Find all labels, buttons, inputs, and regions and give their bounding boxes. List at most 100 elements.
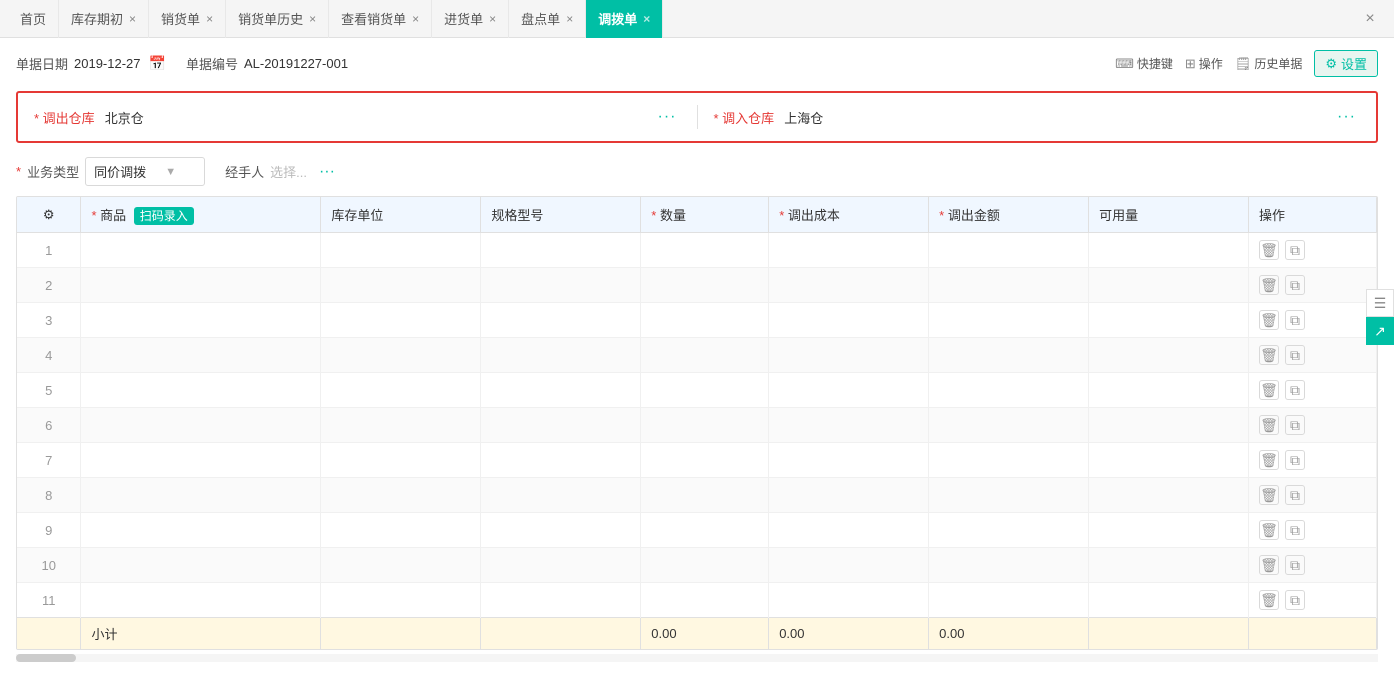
operations-button[interactable]: ⊞ 操作: [1185, 55, 1223, 72]
row-11-delete-icon[interactable]: 🗑: [1259, 590, 1279, 610]
row-3-available[interactable]: [1089, 303, 1249, 338]
row-11-cost[interactable]: [769, 583, 929, 618]
row-6-qty[interactable]: [641, 408, 769, 443]
row-9-spec[interactable]: [481, 513, 641, 548]
col-settings[interactable]: ⚙: [17, 197, 81, 233]
row-6-spec[interactable]: [481, 408, 641, 443]
row-7-available[interactable]: [1089, 443, 1249, 478]
settings-button[interactable]: ⚙ 设置: [1314, 50, 1378, 77]
right-float-list-button[interactable]: ☰: [1366, 289, 1394, 317]
tab-home[interactable]: 首页: [8, 0, 59, 38]
row-1-spec[interactable]: [481, 233, 641, 268]
in-warehouse-more-button[interactable]: ···: [1333, 108, 1360, 126]
tab-stocktake-close[interactable]: ×: [566, 12, 573, 26]
row-10-delete-icon[interactable]: 🗑: [1259, 555, 1279, 575]
row-6-cost[interactable]: [769, 408, 929, 443]
biz-type-select[interactable]: 同价调拨 ▼: [85, 157, 205, 186]
row-7-qty[interactable]: [641, 443, 769, 478]
row-1-available[interactable]: [1089, 233, 1249, 268]
row-11-unit[interactable]: [321, 583, 481, 618]
row-10-product[interactable]: [81, 548, 321, 583]
calendar-icon[interactable]: 📅: [149, 55, 166, 72]
row-9-available[interactable]: [1089, 513, 1249, 548]
row-11-qty[interactable]: [641, 583, 769, 618]
row-9-delete-icon[interactable]: 🗑: [1259, 520, 1279, 540]
row-10-copy-icon[interactable]: ⧉: [1285, 555, 1305, 575]
row-1-copy-icon[interactable]: ⧉: [1285, 240, 1305, 260]
row-3-delete-icon[interactable]: 🗑: [1259, 310, 1279, 330]
row-5-copy-icon[interactable]: ⧉: [1285, 380, 1305, 400]
close-all-button[interactable]: ×: [1354, 3, 1386, 35]
row-9-qty[interactable]: [641, 513, 769, 548]
tab-sales-history[interactable]: 销货单历史 ×: [226, 0, 329, 38]
row-10-amount[interactable]: [929, 548, 1089, 583]
history-button[interactable]: 🗒 历史单据: [1235, 55, 1303, 72]
row-6-copy-icon[interactable]: ⧉: [1285, 415, 1305, 435]
shortcuts-button[interactable]: ⌨ 快捷键: [1115, 55, 1173, 72]
row-10-qty[interactable]: [641, 548, 769, 583]
row-1-product[interactable]: [81, 233, 321, 268]
tab-view-sales[interactable]: 查看销货单 ×: [329, 0, 432, 38]
row-8-cost[interactable]: [769, 478, 929, 513]
row-8-qty[interactable]: [641, 478, 769, 513]
row-10-spec[interactable]: [481, 548, 641, 583]
row-1-cost[interactable]: [769, 233, 929, 268]
row-2-unit[interactable]: [321, 268, 481, 303]
row-9-unit[interactable]: [321, 513, 481, 548]
row-9-cost[interactable]: [769, 513, 929, 548]
settings-gear-icon[interactable]: ⚙: [43, 207, 55, 222]
row-3-cost[interactable]: [769, 303, 929, 338]
tab-view-sales-close[interactable]: ×: [412, 12, 419, 26]
row-2-delete-icon[interactable]: 🗑: [1259, 275, 1279, 295]
row-10-cost[interactable]: [769, 548, 929, 583]
row-11-available[interactable]: [1089, 583, 1249, 618]
row-6-product[interactable]: [81, 408, 321, 443]
row-4-spec[interactable]: [481, 338, 641, 373]
row-4-qty[interactable]: [641, 338, 769, 373]
row-4-cost[interactable]: [769, 338, 929, 373]
row-2-available[interactable]: [1089, 268, 1249, 303]
row-3-amount[interactable]: [929, 303, 1089, 338]
row-3-qty[interactable]: [641, 303, 769, 338]
row-4-available[interactable]: [1089, 338, 1249, 373]
row-5-amount[interactable]: [929, 373, 1089, 408]
row-8-spec[interactable]: [481, 478, 641, 513]
tab-inventory-init[interactable]: 库存期初 ×: [59, 0, 149, 38]
out-warehouse-more-button[interactable]: ···: [654, 108, 681, 126]
tab-sales-history-close[interactable]: ×: [309, 12, 316, 26]
row-2-amount[interactable]: [929, 268, 1089, 303]
row-7-delete-icon[interactable]: 🗑: [1259, 450, 1279, 470]
row-9-amount[interactable]: [929, 513, 1089, 548]
scan-button[interactable]: 扫码录入: [134, 207, 194, 225]
row-1-delete-icon[interactable]: 🗑: [1259, 240, 1279, 260]
row-5-cost[interactable]: [769, 373, 929, 408]
row-7-copy-icon[interactable]: ⧉: [1285, 450, 1305, 470]
row-5-available[interactable]: [1089, 373, 1249, 408]
row-5-product[interactable]: [81, 373, 321, 408]
row-7-unit[interactable]: [321, 443, 481, 478]
row-6-available[interactable]: [1089, 408, 1249, 443]
row-9-copy-icon[interactable]: ⧉: [1285, 520, 1305, 540]
row-10-unit[interactable]: [321, 548, 481, 583]
row-3-spec[interactable]: [481, 303, 641, 338]
row-4-unit[interactable]: [321, 338, 481, 373]
right-float-export-button[interactable]: ↗: [1366, 317, 1394, 345]
row-6-delete-icon[interactable]: 🗑: [1259, 415, 1279, 435]
tab-transfer-close[interactable]: ×: [643, 12, 650, 26]
row-4-copy-icon[interactable]: ⧉: [1285, 345, 1305, 365]
tab-purchase-order-close[interactable]: ×: [489, 12, 496, 26]
row-8-copy-icon[interactable]: ⧉: [1285, 485, 1305, 505]
row-5-unit[interactable]: [321, 373, 481, 408]
person-more-button[interactable]: ···: [319, 163, 335, 181]
row-2-copy-icon[interactable]: ⧉: [1285, 275, 1305, 295]
row-1-amount[interactable]: [929, 233, 1089, 268]
tab-stocktake[interactable]: 盘点单 ×: [509, 0, 586, 38]
tab-sales-order[interactable]: 销货单 ×: [149, 0, 226, 38]
row-6-amount[interactable]: [929, 408, 1089, 443]
row-8-delete-icon[interactable]: 🗑: [1259, 485, 1279, 505]
row-11-copy-icon[interactable]: ⧉: [1285, 590, 1305, 610]
row-2-product[interactable]: [81, 268, 321, 303]
row-10-available[interactable]: [1089, 548, 1249, 583]
tab-sales-order-close[interactable]: ×: [206, 12, 213, 26]
row-2-qty[interactable]: [641, 268, 769, 303]
